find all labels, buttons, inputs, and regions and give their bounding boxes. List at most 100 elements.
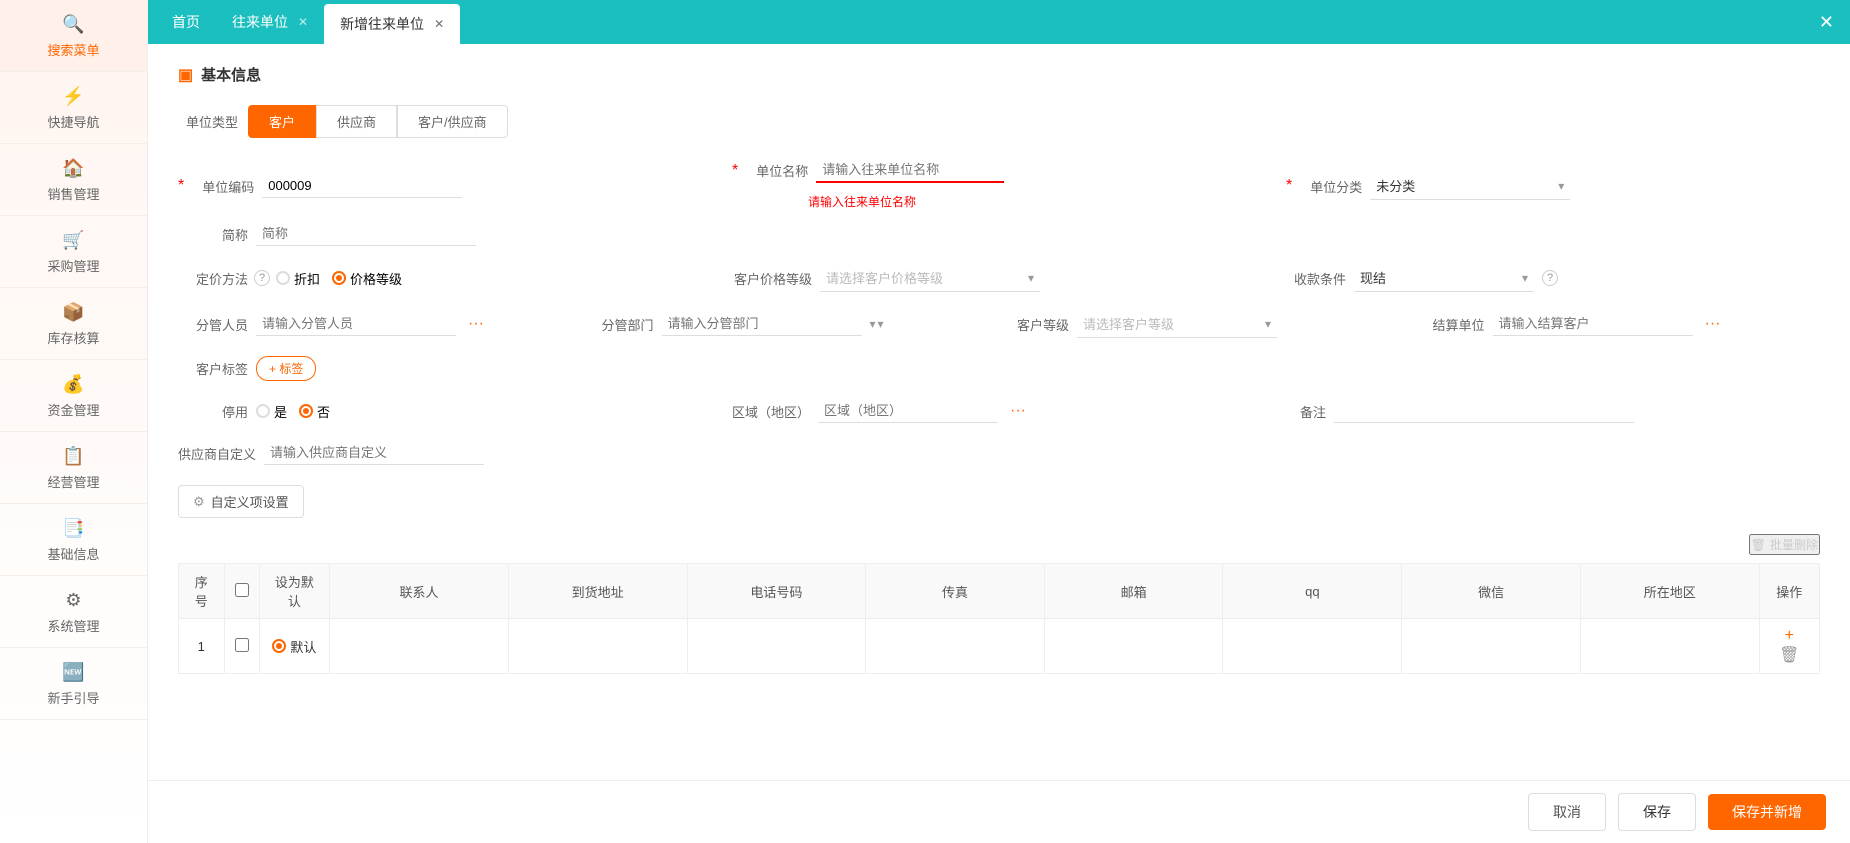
tab-partners[interactable]: 往来单位 ✕ bbox=[216, 0, 324, 44]
save-button[interactable]: 保存 bbox=[1618, 793, 1696, 831]
field-manager: 分管人员 ··· bbox=[178, 312, 574, 336]
window-close-btn[interactable]: ✕ bbox=[1811, 12, 1842, 33]
cell-phone bbox=[687, 619, 866, 674]
row-add-btn[interactable]: + bbox=[1783, 627, 1796, 645]
unit-name-error: 请输入往来单位名称 bbox=[808, 193, 916, 210]
pricing-radio-level-circle bbox=[332, 271, 346, 285]
tab-close-new-partner[interactable]: ✕ bbox=[434, 17, 444, 31]
unit-name-input[interactable] bbox=[816, 158, 1004, 183]
sidebar-item-quick-nav[interactable]: ⚡ 快捷导航 bbox=[0, 72, 147, 144]
col-email: 邮箱 bbox=[1044, 564, 1223, 619]
unit-type-customer[interactable]: 客户 bbox=[248, 105, 316, 138]
field-notes: 备注 bbox=[1286, 399, 1820, 423]
sidebar-item-label: 销售管理 bbox=[47, 184, 99, 203]
cell-email bbox=[1044, 619, 1223, 674]
tab-close-partners[interactable]: ✕ bbox=[298, 15, 308, 29]
pricing-help-icon[interactable]: ? bbox=[254, 270, 270, 286]
field-tags: 客户标签 + 标签 bbox=[178, 356, 1820, 381]
qq-input[interactable] bbox=[1233, 639, 1391, 654]
unit-type-row: 单位类型 客户 供应商 客户/供应商 bbox=[178, 105, 1820, 138]
address-input[interactable] bbox=[519, 639, 677, 654]
row-shortname: 简称 bbox=[178, 222, 1820, 246]
sidebar-item-purchase[interactable]: 🛒 采购管理 bbox=[0, 216, 147, 288]
cancel-button[interactable]: 取消 bbox=[1528, 793, 1606, 831]
supplier-custom-input[interactable] bbox=[264, 441, 484, 465]
tab-bar: 首页 往来单位 ✕ 新增往来单位 ✕ ✕ bbox=[148, 0, 1850, 44]
sidebar-item-sales[interactable]: 🏠 销售管理 bbox=[0, 144, 147, 216]
unit-type-both[interactable]: 客户/供应商 bbox=[397, 105, 508, 138]
pricing-radio-level[interactable]: 价格等级 bbox=[332, 269, 402, 288]
disabled-radio-group: 是 否 bbox=[256, 402, 330, 421]
field-customer-price: 客户价格等级 请选择客户价格等级 bbox=[732, 264, 1266, 292]
cell-qq bbox=[1223, 619, 1402, 674]
unit-category-select[interactable]: 未分类 bbox=[1370, 172, 1570, 200]
cell-region bbox=[1580, 619, 1759, 674]
manager-more-btn[interactable]: ··· bbox=[464, 315, 488, 333]
sidebar-item-guide[interactable]: 🆕 新手引导 bbox=[0, 648, 147, 720]
customer-price-select[interactable]: 请选择客户价格等级 bbox=[820, 264, 1040, 292]
col-fax: 传真 bbox=[866, 564, 1045, 619]
customer-price-label: 客户价格等级 bbox=[732, 269, 812, 288]
tab-new-partner[interactable]: 新增往来单位 ✕ bbox=[324, 4, 460, 44]
custom-settings-btn[interactable]: ⚙ 自定义项设置 bbox=[178, 485, 304, 518]
wechat-input[interactable] bbox=[1412, 639, 1570, 654]
field-short-name: 简称 bbox=[178, 222, 1820, 246]
supplier-custom-label: 供应商自定义 bbox=[178, 444, 256, 463]
unit-name-label: 单位名称 bbox=[748, 161, 808, 180]
region-label: 区域（地区） bbox=[732, 402, 810, 421]
add-tag-btn[interactable]: + 标签 bbox=[256, 356, 316, 381]
settlement-input[interactable] bbox=[1493, 312, 1693, 336]
select-all-checkbox[interactable] bbox=[235, 583, 249, 597]
field-payment-terms: 收款条件 现结 ? bbox=[1286, 264, 1820, 292]
pricing-radio-discount[interactable]: 折扣 bbox=[276, 269, 320, 288]
cell-address bbox=[508, 619, 687, 674]
save-and-new-button[interactable]: 保存并新增 bbox=[1708, 794, 1826, 830]
unit-code-input[interactable] bbox=[262, 174, 462, 198]
sidebar-item-basic[interactable]: 📑 基础信息 bbox=[0, 504, 147, 576]
tab-home[interactable]: 首页 bbox=[156, 0, 216, 44]
field-pricing-method: 定价方法 ? 折扣 价格等级 bbox=[178, 269, 712, 288]
customer-level-select[interactable]: 请选择客户等级 bbox=[1077, 310, 1277, 338]
unit-type-group: 客户 供应商 客户/供应商 bbox=[248, 105, 508, 138]
disabled-radio-yes-circle bbox=[256, 404, 270, 418]
col-phone: 电话号码 bbox=[687, 564, 866, 619]
search-icon: 🔍 bbox=[62, 12, 86, 36]
form-area: ▣ 基本信息 单位类型 客户 供应商 客户/供应商 * 单位编码 * bbox=[148, 44, 1850, 780]
contact-input[interactable] bbox=[340, 639, 498, 654]
settlement-more-btn[interactable]: ··· bbox=[1701, 315, 1725, 333]
row-region-input[interactable] bbox=[1591, 639, 1749, 654]
sidebar-item-operation[interactable]: 📋 经营管理 bbox=[0, 432, 147, 504]
row-default-radio[interactable]: 默认 bbox=[270, 637, 320, 656]
batch-delete-btn[interactable]: 🗑 批量删除 bbox=[1749, 534, 1820, 555]
disabled-radio-yes[interactable]: 是 bbox=[256, 402, 287, 421]
region-input[interactable] bbox=[818, 399, 998, 423]
row-delete-btn[interactable]: 🗑 bbox=[1777, 645, 1801, 665]
sidebar-item-system[interactable]: ⚙ 系统管理 bbox=[0, 576, 147, 648]
manager-input[interactable] bbox=[256, 312, 456, 336]
finance-icon: 💰 bbox=[62, 372, 86, 396]
payment-terms-select[interactable]: 现结 bbox=[1354, 264, 1534, 292]
pricing-method-label: 定价方法 bbox=[178, 269, 248, 288]
email-input[interactable] bbox=[1055, 639, 1213, 654]
operation-icon: 📋 bbox=[62, 444, 86, 468]
notes-input[interactable] bbox=[1334, 399, 1634, 423]
disabled-radio-no[interactable]: 否 bbox=[299, 402, 330, 421]
cell-default: 默认 bbox=[259, 619, 330, 674]
contacts-table: 序号 设为默认 联系人 到货地址 电话号码 传真 邮箱 qq 微信 所在地区 操… bbox=[178, 563, 1820, 674]
short-name-input[interactable] bbox=[256, 222, 476, 246]
sidebar-item-inventory[interactable]: 📦 库存核算 bbox=[0, 288, 147, 360]
section-title-basic: ▣ 基本信息 bbox=[178, 64, 1820, 85]
fax-input[interactable] bbox=[876, 639, 1034, 654]
region-more-btn[interactable]: ··· bbox=[1006, 402, 1030, 420]
inventory-icon: 📦 bbox=[62, 300, 86, 324]
dept-input[interactable] bbox=[662, 312, 862, 336]
phone-input[interactable] bbox=[698, 639, 856, 654]
sidebar-item-finance[interactable]: 💰 资金管理 bbox=[0, 360, 147, 432]
field-unit-name: * 单位名称 请输入往来单位名称 bbox=[732, 158, 1266, 214]
sidebar-item-search[interactable]: 🔍 搜索菜单 bbox=[0, 0, 147, 72]
unit-type-supplier[interactable]: 供应商 bbox=[316, 105, 397, 138]
col-region: 所在地区 bbox=[1580, 564, 1759, 619]
field-dept: 分管部门 ▾ bbox=[594, 312, 990, 336]
row-checkbox[interactable] bbox=[235, 638, 249, 652]
payment-help-icon[interactable]: ? bbox=[1542, 270, 1558, 286]
